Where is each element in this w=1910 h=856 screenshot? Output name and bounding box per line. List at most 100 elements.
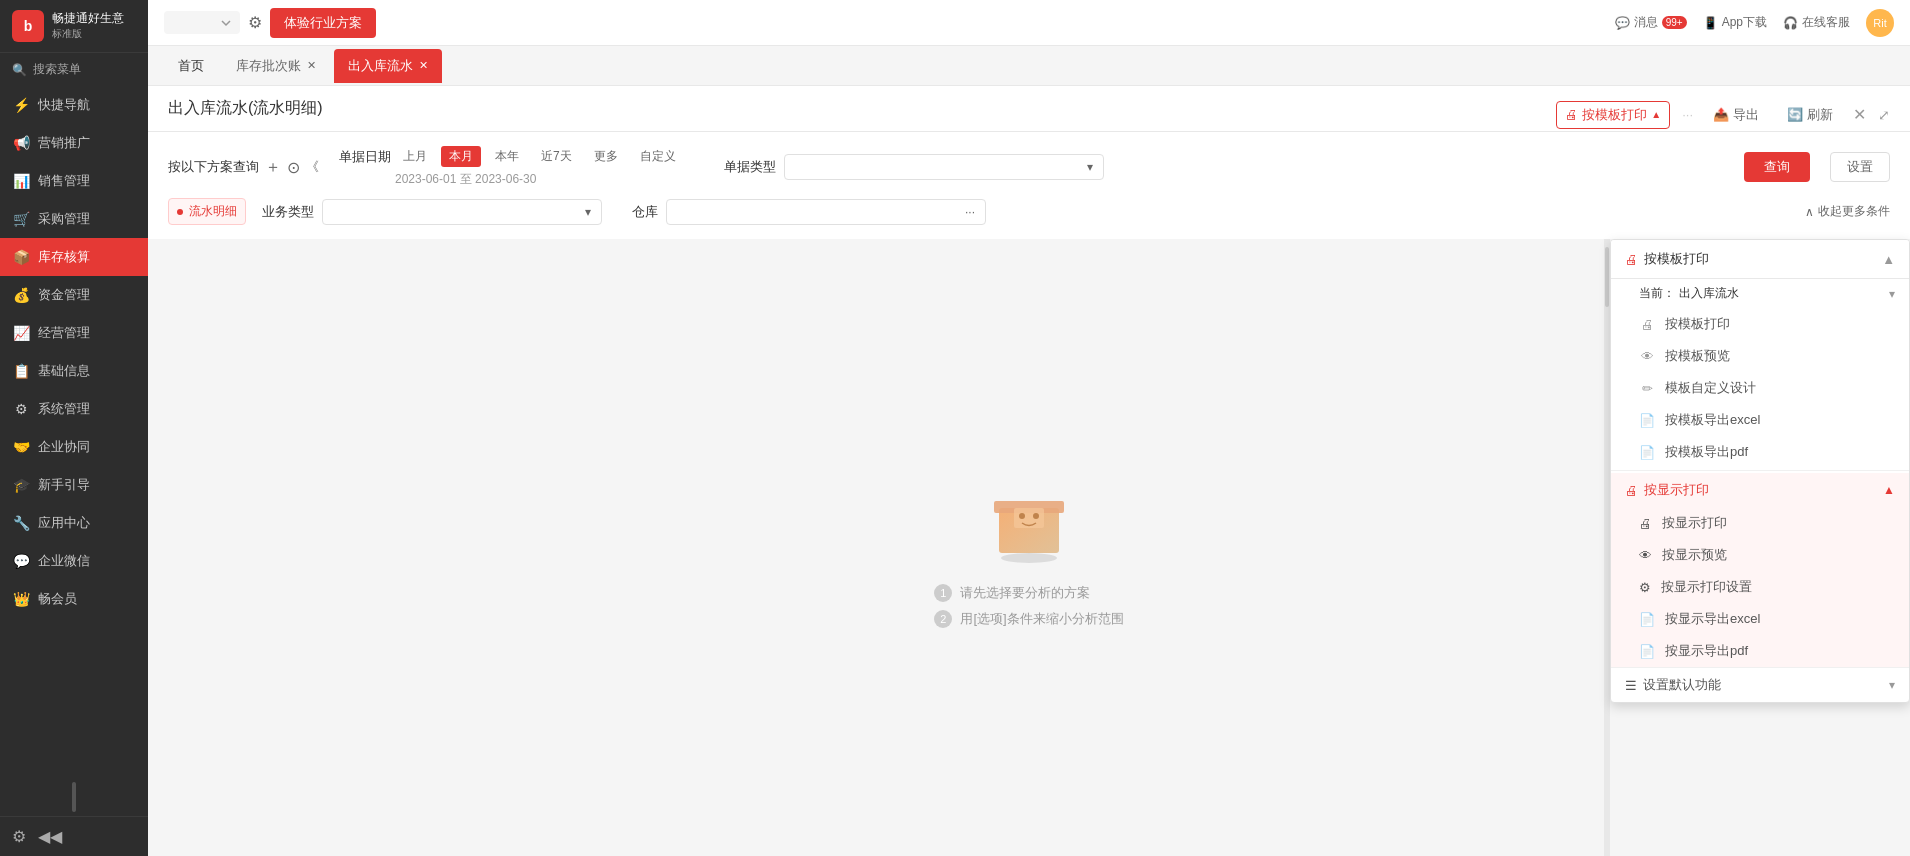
date-current-year[interactable]: 本年 <box>487 146 527 167</box>
dropdown-close-arrow[interactable]: ▲ <box>1882 252 1895 267</box>
app-download-label: App下载 <box>1722 14 1767 31</box>
default-fn-arrow[interactable]: ▾ <box>1889 678 1895 692</box>
svg-point-4 <box>1033 513 1039 519</box>
printer-icon: 🖨 <box>1565 107 1578 122</box>
display-section-title-text: 按显示打印 <box>1644 481 1709 499</box>
refresh-button[interactable]: 🔄 刷新 <box>1779 102 1841 128</box>
date-prev-month[interactable]: 上月 <box>395 146 435 167</box>
date-custom[interactable]: 自定义 <box>632 146 684 167</box>
sidebar-item-inventory[interactable]: 📦 库存核算 <box>0 238 148 276</box>
sidebar-item-label: 经营管理 <box>38 324 90 342</box>
dropdown-item-display-preview[interactable]: 👁 按显示预览 <box>1611 539 1909 571</box>
date-more[interactable]: 更多 <box>586 146 626 167</box>
svg-point-3 <box>1019 513 1025 519</box>
topbar-settings-icon[interactable]: ⚙ <box>248 13 262 32</box>
dropdown-item-template-print[interactable]: 🖨 按模板打印 <box>1611 308 1909 340</box>
business-type-label: 业务类型 <box>262 203 314 221</box>
filter-collapse-icon[interactable]: 《 <box>306 158 319 176</box>
tab-inventory-batch-close[interactable]: ✕ <box>307 59 316 72</box>
sidebar-item-app-center[interactable]: 🔧 应用中心 <box>0 504 148 542</box>
date-current-month[interactable]: 本月 <box>441 146 481 167</box>
export-icon: 📤 <box>1713 107 1729 122</box>
sidebar-item-label: 基础信息 <box>38 362 90 380</box>
sidebar-item-system[interactable]: ⚙ 系统管理 <box>0 390 148 428</box>
sidebar-item-marketing[interactable]: 📢 营销推广 <box>0 124 148 162</box>
display-eye-small-icon: 👁 <box>1639 548 1652 563</box>
tag-dot-icon <box>177 209 183 215</box>
doc-type-select[interactable]: ▾ <box>784 154 1104 180</box>
filter-settings-icon[interactable]: ⊙ <box>287 158 300 177</box>
sidebar-item-wechat[interactable]: 💬 企业微信 <box>0 542 148 580</box>
guide-icon: 🎓 <box>12 476 30 494</box>
user-avatar[interactable]: Rit <box>1866 9 1894 37</box>
dropdown-item-display-export-pdf[interactable]: 📄 按显示导出pdf <box>1611 635 1909 667</box>
sales-icon: 📊 <box>12 172 30 190</box>
print-template-button[interactable]: 🖨 按模板打印 ▲ <box>1556 101 1670 129</box>
display-section-arrow[interactable]: ▲ <box>1883 483 1895 497</box>
display-pdf-small-icon: 📄 <box>1639 644 1655 659</box>
tab-inventory-batch[interactable]: 库存批次账 ✕ <box>222 49 330 83</box>
tab-flow[interactable]: 出入库流水 ✕ <box>334 49 442 83</box>
filter-tag-group: 流水明细 <box>168 198 246 225</box>
print-arrow-icon: ▲ <box>1651 109 1661 120</box>
sidebar-search[interactable]: 🔍 搜索菜单 <box>0 53 148 86</box>
search-icon: 🔍 <box>12 63 27 77</box>
sidebar-item-purchase[interactable]: 🛒 采购管理 <box>0 200 148 238</box>
sidebar-item-sales[interactable]: 📊 销售管理 <box>0 162 148 200</box>
doc-type-group: 单据类型 ▾ <box>724 154 1104 180</box>
cooperation-icon: 🤝 <box>12 438 30 456</box>
user-selector[interactable]: 用户选择 <box>164 11 240 34</box>
window-expand-icon[interactable]: ⤢ <box>1878 107 1890 123</box>
filter-row-2: 流水明细 业务类型 ▾ 仓库 ··· <box>168 198 1890 225</box>
dropdown-item-template-export-pdf[interactable]: 📄 按模板导出pdf <box>1611 436 1909 468</box>
dropdown-item-template-preview[interactable]: 👁 按模板预览 <box>1611 340 1909 372</box>
window-close-icon[interactable]: ✕ <box>1853 105 1866 124</box>
dropdown-item-display-print[interactable]: 🖨 按显示打印 <box>1611 507 1909 539</box>
settings-bottom-icon[interactable]: ⚙ <box>12 827 26 846</box>
app-download-button[interactable]: 📱 App下载 <box>1703 14 1767 31</box>
sidebar-item-basic[interactable]: 📋 基础信息 <box>0 352 148 390</box>
setup-button[interactable]: 设置 <box>1830 152 1890 182</box>
filter-tag[interactable]: 流水明细 <box>168 198 246 225</box>
message-button[interactable]: 💬 消息 99+ <box>1615 14 1687 31</box>
sidebar-item-cooperation[interactable]: 🤝 企业协同 <box>0 428 148 466</box>
filter-add-icon[interactable]: ＋ <box>265 157 281 178</box>
sidebar-item-label: 企业微信 <box>38 552 90 570</box>
sidebar-item-guide[interactable]: 🎓 新手引导 <box>0 466 148 504</box>
tab-flow-close[interactable]: ✕ <box>419 59 428 72</box>
sidebar-menu: ⚡ 快捷导航 📢 营销推广 📊 销售管理 🛒 采购管理 📦 库存核算 💰 资金管… <box>0 86 148 778</box>
current-prefix: 当前： <box>1639 285 1675 302</box>
sidebar-item-label: 营销推广 <box>38 134 90 152</box>
doc-type-label: 单据类型 <box>724 158 776 176</box>
current-arrow[interactable]: ▾ <box>1889 287 1895 301</box>
dropdown-item-display-export-excel[interactable]: 📄 按显示导出excel <box>1611 603 1909 635</box>
query-button[interactable]: 查询 <box>1744 152 1810 182</box>
warehouse-select[interactable]: ··· <box>666 199 986 225</box>
sidebar-item-member[interactable]: 👑 畅会员 <box>0 580 148 618</box>
display-preview-label: 按显示预览 <box>1662 546 1727 564</box>
online-support-button[interactable]: 🎧 在线客服 <box>1783 14 1850 31</box>
tab-home[interactable]: 首页 <box>164 49 218 83</box>
export-button[interactable]: 📤 导出 <box>1705 102 1767 128</box>
topbar-right: 💬 消息 99+ 📱 App下载 🎧 在线客服 Rit <box>1615 9 1894 37</box>
sidebar-item-quick-nav[interactable]: ⚡ 快捷导航 <box>0 86 148 124</box>
dropdown-item-display-print-settings[interactable]: ⚙ 按显示打印设置 <box>1611 571 1909 603</box>
dropdown-item-template-export-excel[interactable]: 📄 按模板导出excel <box>1611 404 1909 436</box>
trial-button[interactable]: 体验行业方案 <box>270 8 376 38</box>
business-type-select[interactable]: ▾ <box>322 199 602 225</box>
sidebar-item-operation[interactable]: 📈 经营管理 <box>0 314 148 352</box>
default-function-label: ☰ 设置默认功能 <box>1625 676 1721 694</box>
display-print-small-icon: 🖨 <box>1639 516 1652 531</box>
display-print-settings-label: 按显示打印设置 <box>1661 578 1752 596</box>
wechat-icon: 💬 <box>12 552 30 570</box>
display-print-label: 按显示打印 <box>1662 514 1727 532</box>
purchase-icon: 🛒 <box>12 210 30 228</box>
collapse-sidebar-icon[interactable]: ◀◀ <box>38 827 62 846</box>
collapse-more-button[interactable]: ∧ 收起更多条件 <box>1805 203 1890 220</box>
dropdown-divider <box>1611 470 1909 471</box>
dropdown-item-template-design[interactable]: ✏ 模板自定义设计 <box>1611 372 1909 404</box>
date-last-7-days[interactable]: 近7天 <box>533 146 580 167</box>
sidebar-item-finance[interactable]: 💰 资金管理 <box>0 276 148 314</box>
sidebar-item-label: 系统管理 <box>38 400 90 418</box>
empty-illustration <box>979 468 1079 568</box>
